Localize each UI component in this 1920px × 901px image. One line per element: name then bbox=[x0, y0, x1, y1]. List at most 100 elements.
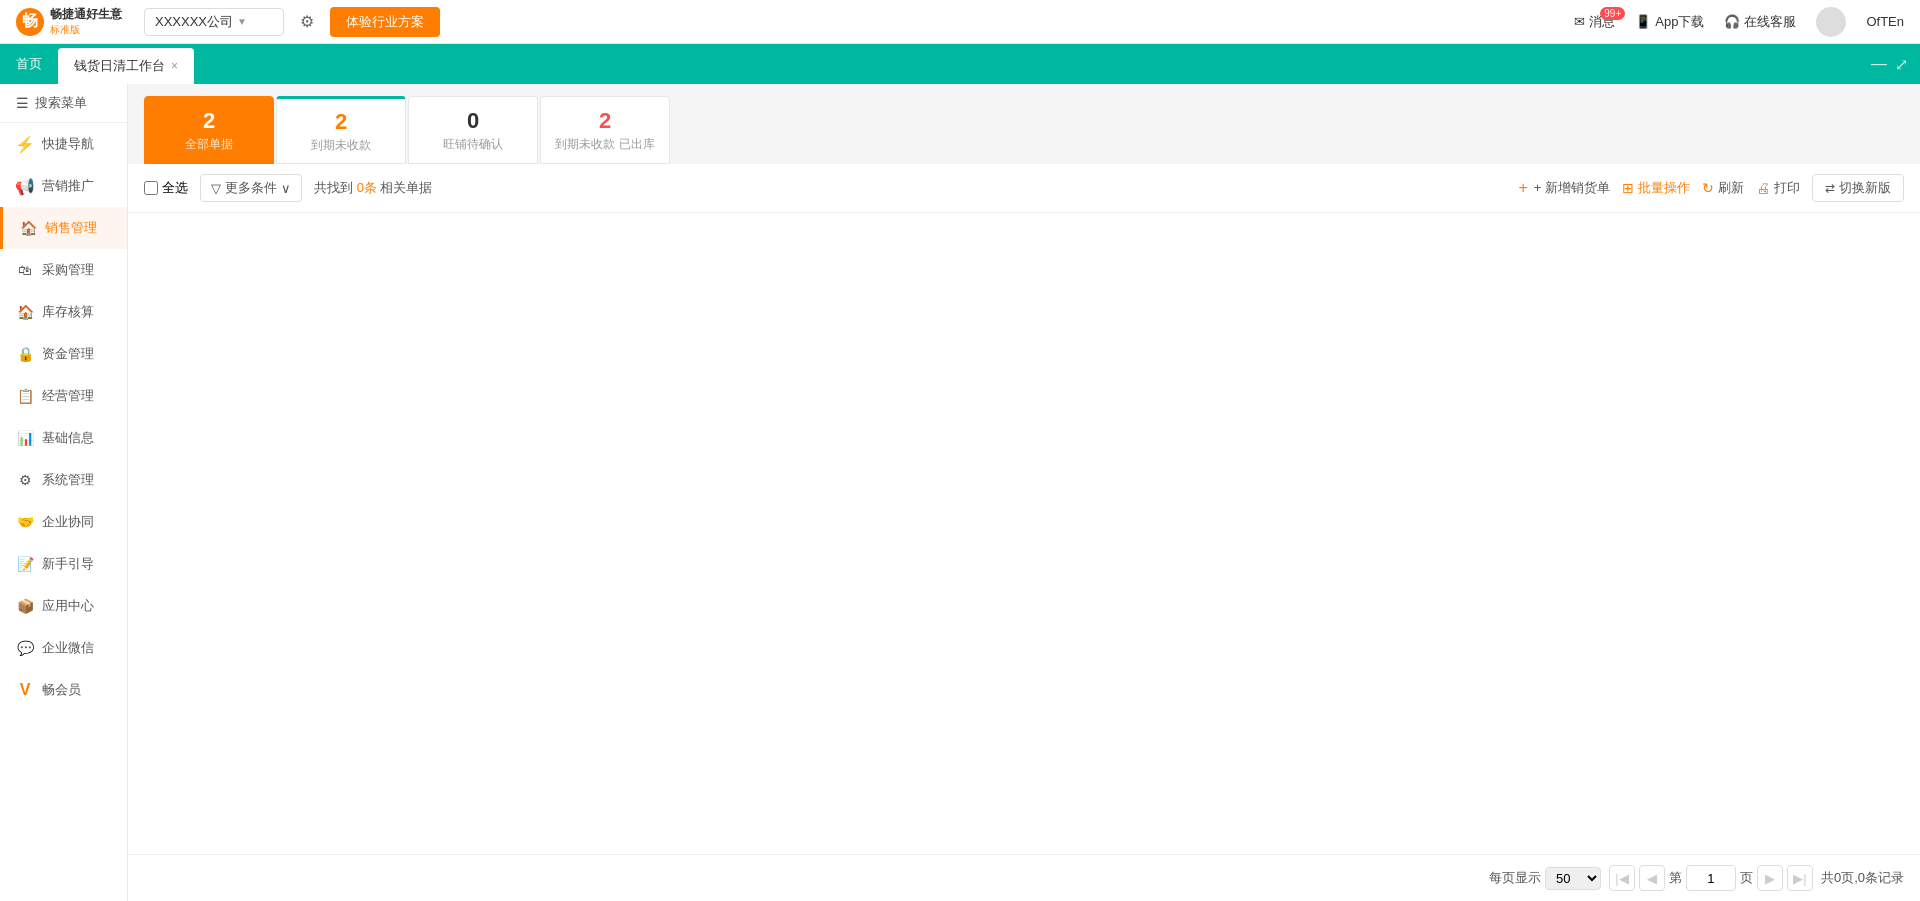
user-name[interactable]: OfTEn bbox=[1866, 14, 1904, 29]
sidebar-item-finance[interactable]: 🔒 资金管理 bbox=[0, 333, 127, 375]
found-info: 共找到 0条 相关单据 bbox=[314, 179, 432, 197]
purchase-icon: 🛍 bbox=[16, 261, 34, 279]
print-icon: 🖨 bbox=[1756, 180, 1770, 196]
app-center-icon: 📦 bbox=[16, 597, 34, 615]
stat-overdue-number: 2 bbox=[335, 109, 347, 135]
new-version-label: 切换新版 bbox=[1839, 179, 1891, 197]
tab-home[interactable]: 首页 bbox=[0, 44, 58, 84]
stat-overdue-out-label: 到期未收款 已出库 bbox=[555, 136, 654, 153]
page-prev-btn[interactable]: ◀ bbox=[1639, 865, 1665, 891]
company-dropdown-icon: ▼ bbox=[237, 16, 247, 27]
tab-minimize-icon[interactable]: — bbox=[1871, 55, 1887, 73]
per-page-dropdown[interactable]: 50 100 200 bbox=[1545, 867, 1601, 890]
experience-btn[interactable]: 体验行业方案 bbox=[330, 7, 440, 37]
select-all-checkbox[interactable]: 全选 bbox=[144, 179, 188, 197]
filter-btn[interactable]: ▽ 更多条件 ∨ bbox=[200, 174, 302, 202]
new-sale-btn[interactable]: + + 新增销货单 bbox=[1518, 179, 1610, 197]
pagination: 每页显示 50 100 200 |◀ ◀ 第 页 ▶ ▶| 共0页,0条 bbox=[128, 854, 1920, 901]
filter-arrow-icon: ∨ bbox=[281, 181, 291, 196]
tab-active-label: 钱货日清工作台 bbox=[74, 57, 165, 75]
sidebar-label-system: 系统管理 bbox=[42, 471, 94, 489]
stat-tab-overdue-out[interactable]: 2 到期未收款 已出库 bbox=[540, 96, 670, 164]
cooperation-icon: 🤝 bbox=[16, 513, 34, 531]
brand-tag: 标准版 bbox=[50, 23, 122, 37]
page-total: 共0页,0条记录 bbox=[1821, 869, 1904, 887]
company-name: XXXXXX公司 bbox=[155, 13, 233, 31]
app-download-label: App下载 bbox=[1655, 13, 1704, 31]
page-next-btn[interactable]: ▶ bbox=[1757, 865, 1783, 891]
table-area bbox=[128, 213, 1920, 854]
top-header: 畅 畅捷通好生意 标准版 XXXXXX公司 ▼ ⚙ 体验行业方案 ✉ 消息 99… bbox=[0, 0, 1920, 44]
page-first-btn[interactable]: |◀ bbox=[1609, 865, 1635, 891]
stats-tabs: 2 全部单据 2 到期未收款 0 旺铺待确认 2 到期未收款 已出库 bbox=[128, 84, 1920, 164]
phone-icon: 📱 bbox=[1635, 14, 1651, 29]
brand-text: 畅捷通好生意 标准版 bbox=[50, 6, 122, 37]
page-size-select: 每页显示 50 100 200 bbox=[1489, 867, 1601, 890]
message-badge: 99+ bbox=[1600, 7, 1625, 20]
tab-close-icon[interactable]: × bbox=[171, 59, 178, 73]
sidebar-item-basic-info[interactable]: 📊 基础信息 bbox=[0, 417, 127, 459]
tab-expand-icon[interactable]: ⤢ bbox=[1895, 55, 1908, 74]
batch-btn[interactable]: ⊞ 批量操作 bbox=[1622, 179, 1690, 197]
sidebar-item-member[interactable]: V 畅会员 bbox=[0, 669, 127, 711]
sidebar-label-quick-nav: 快捷导航 bbox=[42, 135, 94, 153]
sidebar-label-guide: 新手引导 bbox=[42, 555, 94, 573]
sidebar-search[interactable]: ☰ 搜索菜单 bbox=[0, 84, 127, 123]
sidebar-item-app-center[interactable]: 📦 应用中心 bbox=[0, 585, 127, 627]
stat-all-label: 全部单据 bbox=[185, 136, 233, 153]
sidebar-label-marketing: 营销推广 bbox=[42, 177, 94, 195]
main-content: 2 全部单据 2 到期未收款 0 旺铺待确认 2 到期未收款 已出库 bbox=[128, 84, 1920, 901]
sidebar-item-wechat[interactable]: 💬 企业微信 bbox=[0, 627, 127, 669]
sales-icon: 🏠 bbox=[19, 219, 37, 237]
sidebar-item-quick-nav[interactable]: ⚡ 快捷导航 bbox=[0, 123, 127, 165]
member-icon: V bbox=[16, 681, 34, 699]
found-prefix: 共找到 bbox=[314, 180, 353, 195]
stat-tab-pending[interactable]: 0 旺铺待确认 bbox=[408, 96, 538, 164]
found-count: 0条 bbox=[357, 180, 377, 195]
new-version-btn[interactable]: ⇄ 切换新版 bbox=[1812, 174, 1904, 202]
stat-overdue-label: 到期未收款 bbox=[311, 137, 371, 154]
sidebar-label-cooperation: 企业协同 bbox=[42, 513, 94, 531]
stat-overdue-out-number: 2 bbox=[599, 108, 611, 134]
sidebar-label-purchase: 采购管理 bbox=[42, 261, 94, 279]
headset-icon: 🎧 bbox=[1724, 14, 1740, 29]
message-btn[interactable]: ✉ 消息 99+ bbox=[1574, 13, 1615, 31]
refresh-btn[interactable]: ↻ 刷新 bbox=[1702, 179, 1744, 197]
print-btn[interactable]: 🖨 打印 bbox=[1756, 179, 1800, 197]
sidebar-item-system[interactable]: ⚙ 系统管理 bbox=[0, 459, 127, 501]
filter-icon: ▽ bbox=[211, 181, 221, 196]
tab-bar: 首页 钱货日清工作台 × — ⤢ bbox=[0, 44, 1920, 84]
select-all-label: 全选 bbox=[162, 179, 188, 197]
page-last-btn[interactable]: ▶| bbox=[1787, 865, 1813, 891]
sidebar-item-operations[interactable]: 📋 经营管理 bbox=[0, 375, 127, 417]
online-service-btn[interactable]: 🎧 在线客服 bbox=[1724, 13, 1796, 31]
page-prefix: 第 bbox=[1669, 869, 1682, 887]
sidebar-item-guide[interactable]: 📝 新手引导 bbox=[0, 543, 127, 585]
company-selector[interactable]: XXXXXX公司 ▼ bbox=[144, 8, 284, 36]
system-icon: ⚙ bbox=[16, 471, 34, 489]
tab-active[interactable]: 钱货日清工作台 × bbox=[58, 48, 194, 84]
found-suffix: 相关单据 bbox=[380, 180, 432, 195]
sidebar-label-operations: 经营管理 bbox=[42, 387, 94, 405]
stat-tab-overdue[interactable]: 2 到期未收款 bbox=[276, 96, 406, 164]
sidebar-item-purchase[interactable]: 🛍 采购管理 bbox=[0, 249, 127, 291]
switch-icon: ⇄ bbox=[1825, 181, 1835, 195]
sidebar-item-marketing[interactable]: 📢 营销推广 bbox=[0, 165, 127, 207]
brand-icon: 畅 bbox=[16, 8, 44, 36]
sidebar-label-app-center: 应用中心 bbox=[42, 597, 94, 615]
sidebar-label-member: 畅会员 bbox=[42, 681, 81, 699]
search-icon: ☰ bbox=[16, 95, 29, 111]
batch-label: 批量操作 bbox=[1638, 179, 1690, 197]
sidebar-item-inventory[interactable]: 🏠 库存核算 bbox=[0, 291, 127, 333]
sidebar-item-cooperation[interactable]: 🤝 企业协同 bbox=[0, 501, 127, 543]
sidebar: ☰ 搜索菜单 ⚡ 快捷导航 📢 营销推广 🏠 销售管理 🛍 采购管理 🏠 库存核… bbox=[0, 84, 128, 901]
select-all-input[interactable] bbox=[144, 181, 158, 195]
app-download-btn[interactable]: 📱 App下载 bbox=[1635, 13, 1704, 31]
sidebar-item-sales[interactable]: 🏠 销售管理 bbox=[0, 207, 127, 249]
page-nav: |◀ ◀ 第 页 ▶ ▶| bbox=[1609, 865, 1813, 891]
refresh-label: 刷新 bbox=[1718, 179, 1744, 197]
refresh-icon: ↻ bbox=[1702, 180, 1714, 196]
page-number-input[interactable] bbox=[1686, 865, 1736, 891]
settings-button[interactable]: ⚙ bbox=[292, 7, 322, 37]
stat-tab-all[interactable]: 2 全部单据 bbox=[144, 96, 274, 164]
